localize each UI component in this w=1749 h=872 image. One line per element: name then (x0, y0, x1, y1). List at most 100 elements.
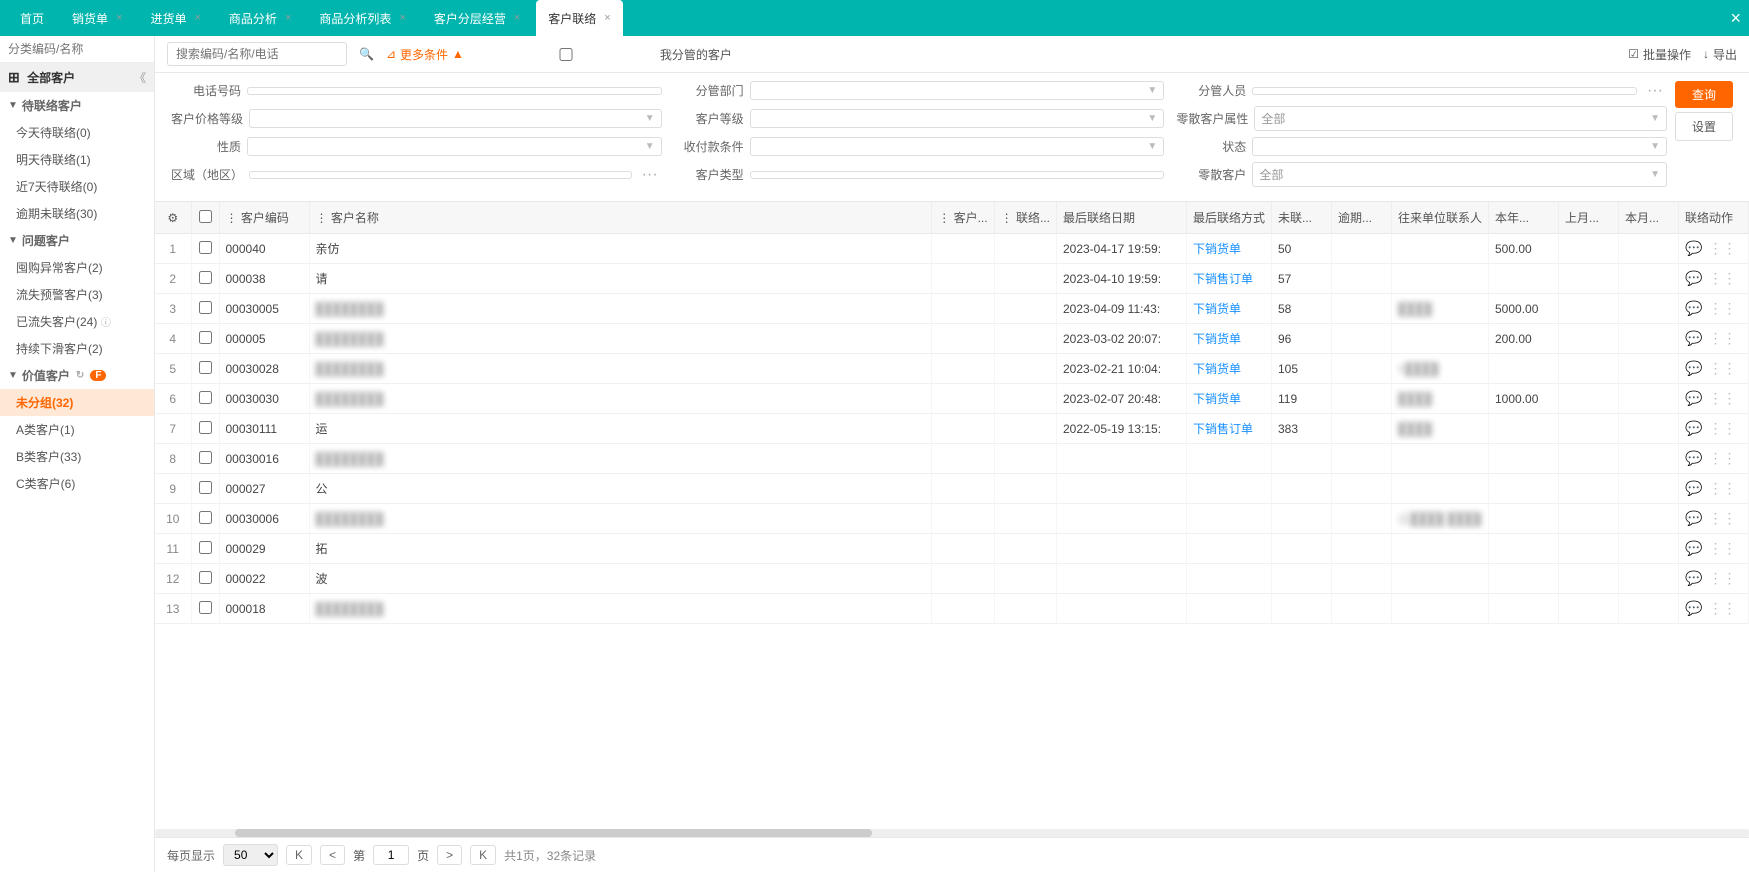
batch-operation-button[interactable]: ☑ 批量操作 (1628, 46, 1691, 63)
apps-icon[interactable]: ⋮⋮ (1708, 390, 1736, 407)
row-checkbox[interactable] (199, 541, 212, 554)
row-checkbox[interactable] (199, 361, 212, 374)
last-way-link[interactable]: 下销货单 (1193, 362, 1241, 376)
sidebar-item-class-a[interactable]: A类客户(1) (0, 416, 154, 443)
my-customers-checkbox[interactable] (476, 48, 656, 61)
last-way-link[interactable]: 下销货单 (1193, 332, 1241, 346)
chat-icon[interactable]: 💬 (1685, 300, 1702, 317)
nav-tab-goods-analysis[interactable]: 商品分析 × (217, 0, 303, 36)
apps-icon[interactable]: ⋮⋮ (1708, 480, 1736, 497)
problem-group-header[interactable]: ▼ 问题客户 (0, 227, 154, 254)
last-page-button[interactable]: K (470, 845, 496, 865)
manager-more-button[interactable]: ··· (1643, 82, 1667, 100)
last-way-link[interactable]: 下销货单 (1193, 392, 1241, 406)
sidebar-item-ungroup[interactable]: 未分组(32) (0, 389, 154, 416)
row-checkbox[interactable] (199, 481, 212, 494)
sidebar-item-tomorrow-pending[interactable]: 明天待联络(1) (0, 146, 154, 173)
chat-icon[interactable]: 💬 (1685, 390, 1702, 407)
row-checkbox[interactable] (199, 601, 212, 614)
last-way-link[interactable]: 下销售订单 (1193, 272, 1253, 286)
apps-icon[interactable]: ⋮⋮ (1708, 510, 1736, 527)
row-checkbox[interactable] (199, 331, 212, 344)
apps-icon[interactable]: ⋮⋮ (1708, 540, 1736, 557)
apps-icon[interactable]: ⋮⋮ (1708, 300, 1736, 317)
status-select[interactable]: ▼ (1252, 137, 1667, 156)
sidebar-item-class-c[interactable]: C类客户(6) (0, 470, 154, 497)
nav-tab-purchase[interactable]: 进货单 × (138, 0, 212, 36)
chat-icon[interactable]: 💬 (1685, 480, 1702, 497)
chat-icon[interactable]: 💬 (1685, 270, 1702, 287)
export-button[interactable]: ↓ 导出 (1703, 46, 1737, 63)
customer-segment-tab-close[interactable]: × (514, 12, 520, 24)
goods-analysis-list-tab-close[interactable]: × (399, 12, 405, 24)
chat-icon[interactable]: 💬 (1685, 240, 1702, 257)
chat-icon[interactable]: 💬 (1685, 570, 1702, 587)
select-all-checkbox[interactable] (199, 210, 212, 223)
sidebar-search-input[interactable] (8, 42, 155, 56)
chat-icon[interactable]: 💬 (1685, 360, 1702, 377)
row-checkbox[interactable] (199, 571, 212, 584)
next-page-button[interactable]: > (437, 845, 462, 865)
nav-tab-goods-analysis-list[interactable]: 商品分析列表 × (307, 0, 417, 36)
sidebar-item-abnormal[interactable]: 囤购异常客户(2) (0, 254, 154, 281)
sidebar-item-overdue-pending[interactable]: 逾期未联络(30) (0, 200, 154, 227)
apps-icon[interactable]: ⋮⋮ (1708, 330, 1736, 347)
row-checkbox[interactable] (199, 271, 212, 284)
row-checkbox[interactable] (199, 241, 212, 254)
sidebar-item-declining[interactable]: 持续下滑客户(2) (0, 335, 154, 362)
payment-select[interactable]: ▼ (750, 137, 1165, 156)
row-checkbox[interactable] (199, 451, 212, 464)
all-customers-header[interactable]: ⊞ 全部客户 《 (0, 63, 154, 92)
sidebar-item-today-pending[interactable]: 今天待联络(0) (0, 119, 154, 146)
region-more-button[interactable]: ··· (638, 166, 662, 184)
nature-select[interactable]: ▼ (247, 137, 662, 156)
row-checkbox[interactable] (199, 301, 212, 314)
chat-icon[interactable]: 💬 (1685, 450, 1702, 467)
chat-icon[interactable]: 💬 (1685, 510, 1702, 527)
nav-tab-customer-segment[interactable]: 客户分层经营 × (422, 0, 532, 36)
scatter-customer-select[interactable]: 全部 ▼ (1252, 162, 1667, 187)
nav-tab-sales[interactable]: 销货单 × (60, 0, 134, 36)
apps-icon[interactable]: ⋮⋮ (1708, 270, 1736, 287)
value-group-header[interactable]: ▼ 价值客户 ↻ F (0, 362, 154, 389)
sidebar-item-churn-warning[interactable]: 流失预警客户(3) (0, 281, 154, 308)
customer-level-select[interactable]: ▼ (750, 109, 1165, 128)
manager-input[interactable] (1252, 87, 1637, 95)
chat-icon[interactable]: 💬 (1685, 420, 1702, 437)
more-conditions-button[interactable]: ⊿ 更多条件 ▲ (386, 46, 464, 63)
dept-select[interactable]: ▼ (750, 81, 1165, 100)
region-input[interactable] (249, 171, 632, 179)
customer-contact-tab-close[interactable]: × (604, 12, 610, 24)
last-way-link[interactable]: 下销货单 (1193, 302, 1241, 316)
customer-type-input[interactable] (750, 171, 1165, 179)
sidebar-item-7day-pending[interactable]: 近7天待联络(0) (0, 173, 154, 200)
prev-page-button[interactable]: < (320, 845, 345, 865)
nav-tab-home[interactable]: 首页 (8, 0, 56, 36)
row-checkbox[interactable] (199, 511, 212, 524)
sidebar-collapse-button[interactable]: 《 (134, 69, 146, 86)
purchase-tab-close[interactable]: × (194, 12, 200, 24)
chat-icon[interactable]: 💬 (1685, 540, 1702, 557)
apps-icon[interactable]: ⋮⋮ (1708, 570, 1736, 587)
row-checkbox[interactable] (199, 391, 212, 404)
goods-analysis-tab-close[interactable]: × (285, 12, 291, 24)
last-way-link[interactable]: 下销售订单 (1193, 422, 1253, 436)
apps-icon[interactable]: ⋮⋮ (1708, 600, 1736, 617)
search-input[interactable] (167, 42, 347, 66)
reset-button[interactable]: 设置 (1675, 112, 1733, 141)
apps-icon[interactable]: ⋮⋮ (1708, 420, 1736, 437)
query-button[interactable]: 查询 (1675, 81, 1733, 108)
nav-tab-customer-contact[interactable]: 客户联络 × (536, 0, 622, 36)
phone-input[interactable] (247, 87, 662, 95)
sales-tab-close[interactable]: × (116, 12, 122, 24)
price-level-select[interactable]: ▼ (249, 109, 662, 128)
scatter-attr-select[interactable]: 全部 ▼ (1254, 106, 1667, 131)
chat-icon[interactable]: 💬 (1685, 330, 1702, 347)
gear-icon[interactable]: ⚙ (167, 211, 178, 225)
page-size-select[interactable]: 50 100 200 (223, 844, 278, 866)
search-icon[interactable]: 🔍 (359, 47, 374, 61)
page-number-input[interactable] (373, 845, 409, 865)
chat-icon[interactable]: 💬 (1685, 600, 1702, 617)
apps-icon[interactable]: ⋮⋮ (1708, 240, 1736, 257)
apps-icon[interactable]: ⋮⋮ (1708, 360, 1736, 377)
